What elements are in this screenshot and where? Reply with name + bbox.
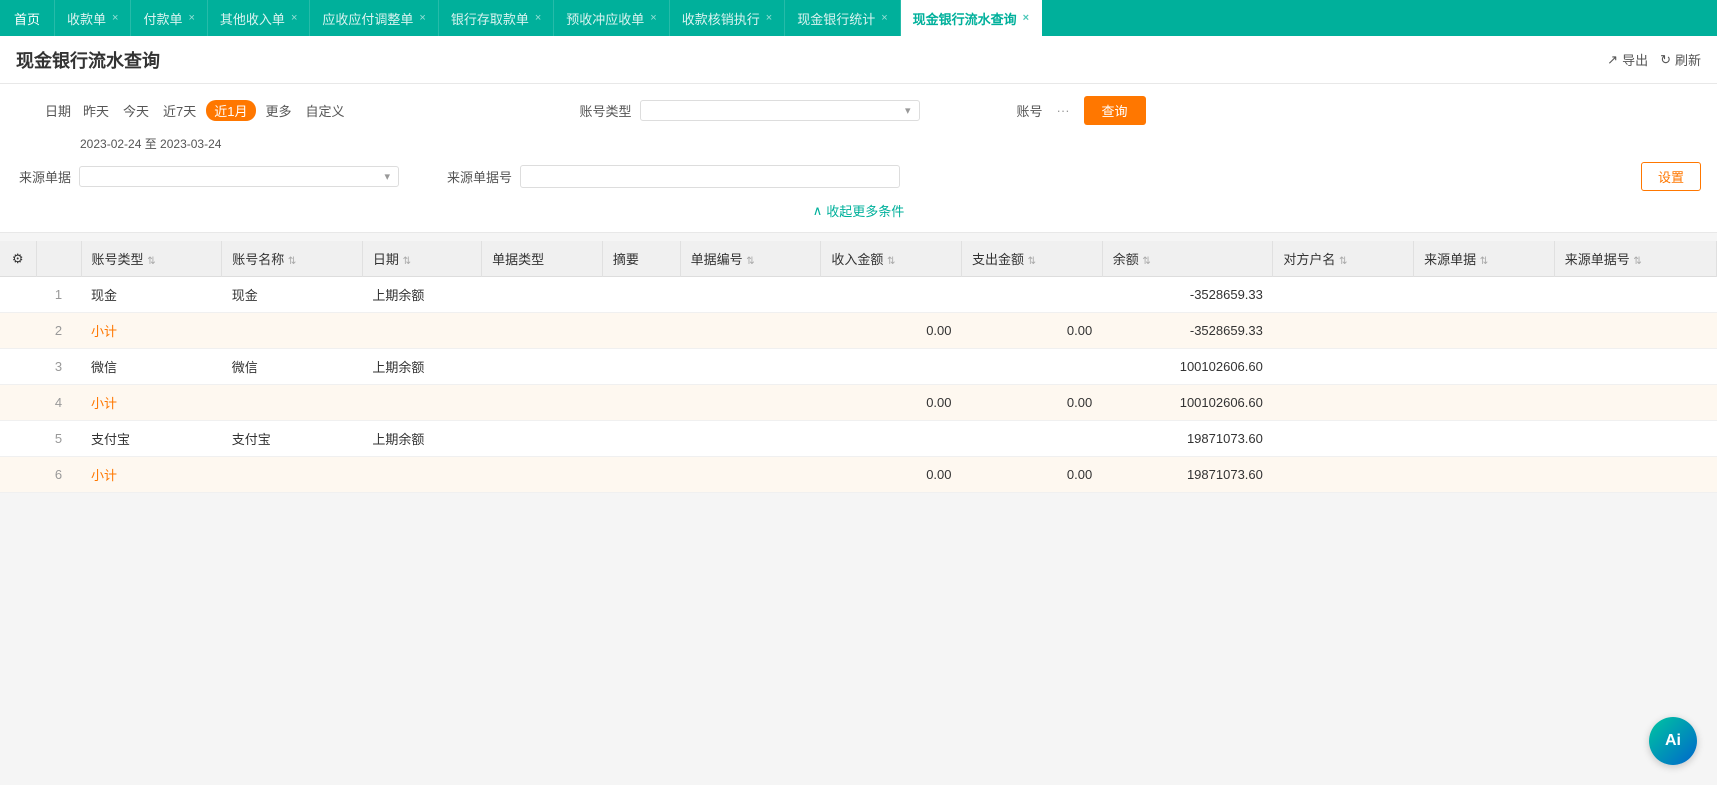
source-doc-label: 来源单据	[16, 167, 71, 186]
filter-row-source: 来源单据 ▾ 来源单据号 设置	[16, 162, 1701, 191]
close-icon[interactable]: ×	[1023, 12, 1029, 24]
nav-tab-liushui[interactable]: 现金银行流水查询 ×	[901, 0, 1042, 36]
nav-tab-qitashouruden[interactable]: 其他收入单 ×	[208, 0, 310, 36]
setting-button[interactable]: 设置	[1641, 162, 1701, 191]
table-row: 6小计0.000.0019871073.60	[0, 457, 1717, 493]
col-counterparty[interactable]: 对方户名 ⇅	[1273, 241, 1414, 277]
date-range-display: 2023-02-24 至 2023-03-24	[80, 137, 221, 151]
date-shortcut-1month[interactable]: 近1月	[206, 100, 255, 121]
close-icon[interactable]: ×	[188, 12, 194, 24]
table-row: 4小计0.000.00100102606.60	[0, 385, 1717, 421]
date-label: 日期	[16, 101, 71, 120]
account-dots[interactable]: ···	[1057, 103, 1070, 118]
source-doc-select[interactable]: ▾	[79, 166, 399, 187]
page-title: 现金银行流水查询	[16, 47, 160, 73]
close-icon[interactable]: ×	[291, 12, 297, 24]
nav-tab-shoukuanhexiao[interactable]: 收款核销执行 ×	[670, 0, 785, 36]
table-row: 5支付宝支付宝上期余额19871073.60	[0, 421, 1717, 457]
refresh-icon: ↻	[1660, 52, 1671, 68]
query-button[interactable]: 查询	[1084, 96, 1146, 125]
table-header-row: ⚙ 账号类型 ⇅ 账号名称 ⇅ 日期 ⇅ 单据类型 摘要 单据编号 ⇅ 收入金额…	[0, 241, 1717, 277]
date-shortcut-yesterday[interactable]: 昨天	[79, 100, 113, 121]
close-icon[interactable]: ×	[766, 12, 772, 24]
source-doc-no-input[interactable]	[520, 165, 900, 188]
data-table: ⚙ 账号类型 ⇅ 账号名称 ⇅ 日期 ⇅ 单据类型 摘要 单据编号 ⇅ 收入金额…	[0, 241, 1717, 493]
header-actions: ↗ 导出 ↻ 刷新	[1607, 50, 1701, 69]
export-button[interactable]: ↗ 导出	[1607, 50, 1648, 69]
col-doc-type: 单据类型	[482, 241, 603, 277]
col-account-type[interactable]: 账号类型 ⇅	[81, 241, 222, 277]
filter-row-date: 日期 昨天 今天 近7天 近1月 更多 自定义 账号类型 ▾ 账号 ··· 查询	[16, 96, 1701, 125]
close-icon[interactable]: ×	[650, 12, 656, 24]
nav-tab-yinhangcudan[interactable]: 银行存取款单 ×	[439, 0, 554, 36]
col-source-doc-no[interactable]: 来源单据号 ⇅	[1554, 241, 1716, 277]
col-balance[interactable]: 余额 ⇅	[1102, 241, 1273, 277]
date-shortcuts: 昨天 今天 近7天 近1月 更多 自定义	[79, 100, 349, 121]
refresh-button[interactable]: ↻ 刷新	[1660, 50, 1701, 69]
chevron-down-icon-2: ▾	[384, 170, 390, 183]
close-icon[interactable]: ×	[112, 12, 118, 24]
chevron-down-icon: ▾	[905, 104, 911, 117]
date-shortcut-today[interactable]: 今天	[119, 100, 153, 121]
col-source-doc[interactable]: 来源单据 ⇅	[1414, 241, 1555, 277]
nav-tab-yushou[interactable]: 预收冲应收单 ×	[554, 0, 669, 36]
nav-tab-xianjinyinhangtongi[interactable]: 现金银行统计 ×	[785, 0, 900, 36]
nav-tab-shoukuandan[interactable]: 收款单 ×	[55, 0, 131, 36]
page-header: 现金银行流水查询 ↗ 导出 ↻ 刷新	[0, 36, 1717, 84]
source-doc-no-label: 来源单据号	[447, 167, 512, 186]
nav-home[interactable]: 首页	[0, 0, 55, 36]
date-shortcut-7days[interactable]: 近7天	[159, 100, 200, 121]
col-summary: 摘要	[602, 241, 680, 277]
table-row: 2小计0.000.00-3528659.33	[0, 313, 1717, 349]
collapse-button[interactable]: ∧ 收起更多条件	[16, 201, 1701, 220]
chevron-up-icon: ∧	[813, 203, 823, 219]
ai-assistant-button[interactable]: Ai	[1649, 717, 1697, 765]
col-account-name[interactable]: 账号名称 ⇅	[222, 241, 363, 277]
table-row: 3微信微信上期余额100102606.60	[0, 349, 1717, 385]
col-gear[interactable]: ⚙	[0, 241, 36, 277]
col-income[interactable]: 收入金额 ⇅	[821, 241, 962, 277]
account-type-label: 账号类型	[577, 101, 632, 120]
filter-area: 日期 昨天 今天 近7天 近1月 更多 自定义 账号类型 ▾ 账号 ··· 查询…	[0, 84, 1717, 233]
close-icon[interactable]: ×	[535, 12, 541, 24]
nav-tab-yingshouyingfu[interactable]: 应收应付调整单 ×	[310, 0, 438, 36]
top-navigation: 首页 收款单 × 付款单 × 其他收入单 × 应收应付调整单 × 银行存取款单 …	[0, 0, 1717, 36]
date-shortcut-more[interactable]: 更多	[262, 100, 296, 121]
close-icon[interactable]: ×	[881, 12, 887, 24]
table-row: 1现金现金上期余额-3528659.33	[0, 277, 1717, 313]
close-icon[interactable]: ×	[419, 12, 425, 24]
col-index	[36, 241, 81, 277]
col-doc-no[interactable]: 单据编号 ⇅	[680, 241, 821, 277]
col-date[interactable]: 日期 ⇅	[362, 241, 481, 277]
date-shortcut-custom[interactable]: 自定义	[302, 100, 349, 121]
export-icon: ↗	[1607, 52, 1618, 68]
account-label: 账号	[988, 101, 1043, 120]
account-type-select[interactable]: ▾	[640, 100, 920, 121]
col-expense[interactable]: 支出金额 ⇅	[962, 241, 1103, 277]
nav-tab-fukuandan[interactable]: 付款单 ×	[131, 0, 207, 36]
table-body: 1现金现金上期余额-3528659.332小计0.000.00-3528659.…	[0, 277, 1717, 493]
table-container: ⚙ 账号类型 ⇅ 账号名称 ⇅ 日期 ⇅ 单据类型 摘要 单据编号 ⇅ 收入金额…	[0, 241, 1717, 493]
